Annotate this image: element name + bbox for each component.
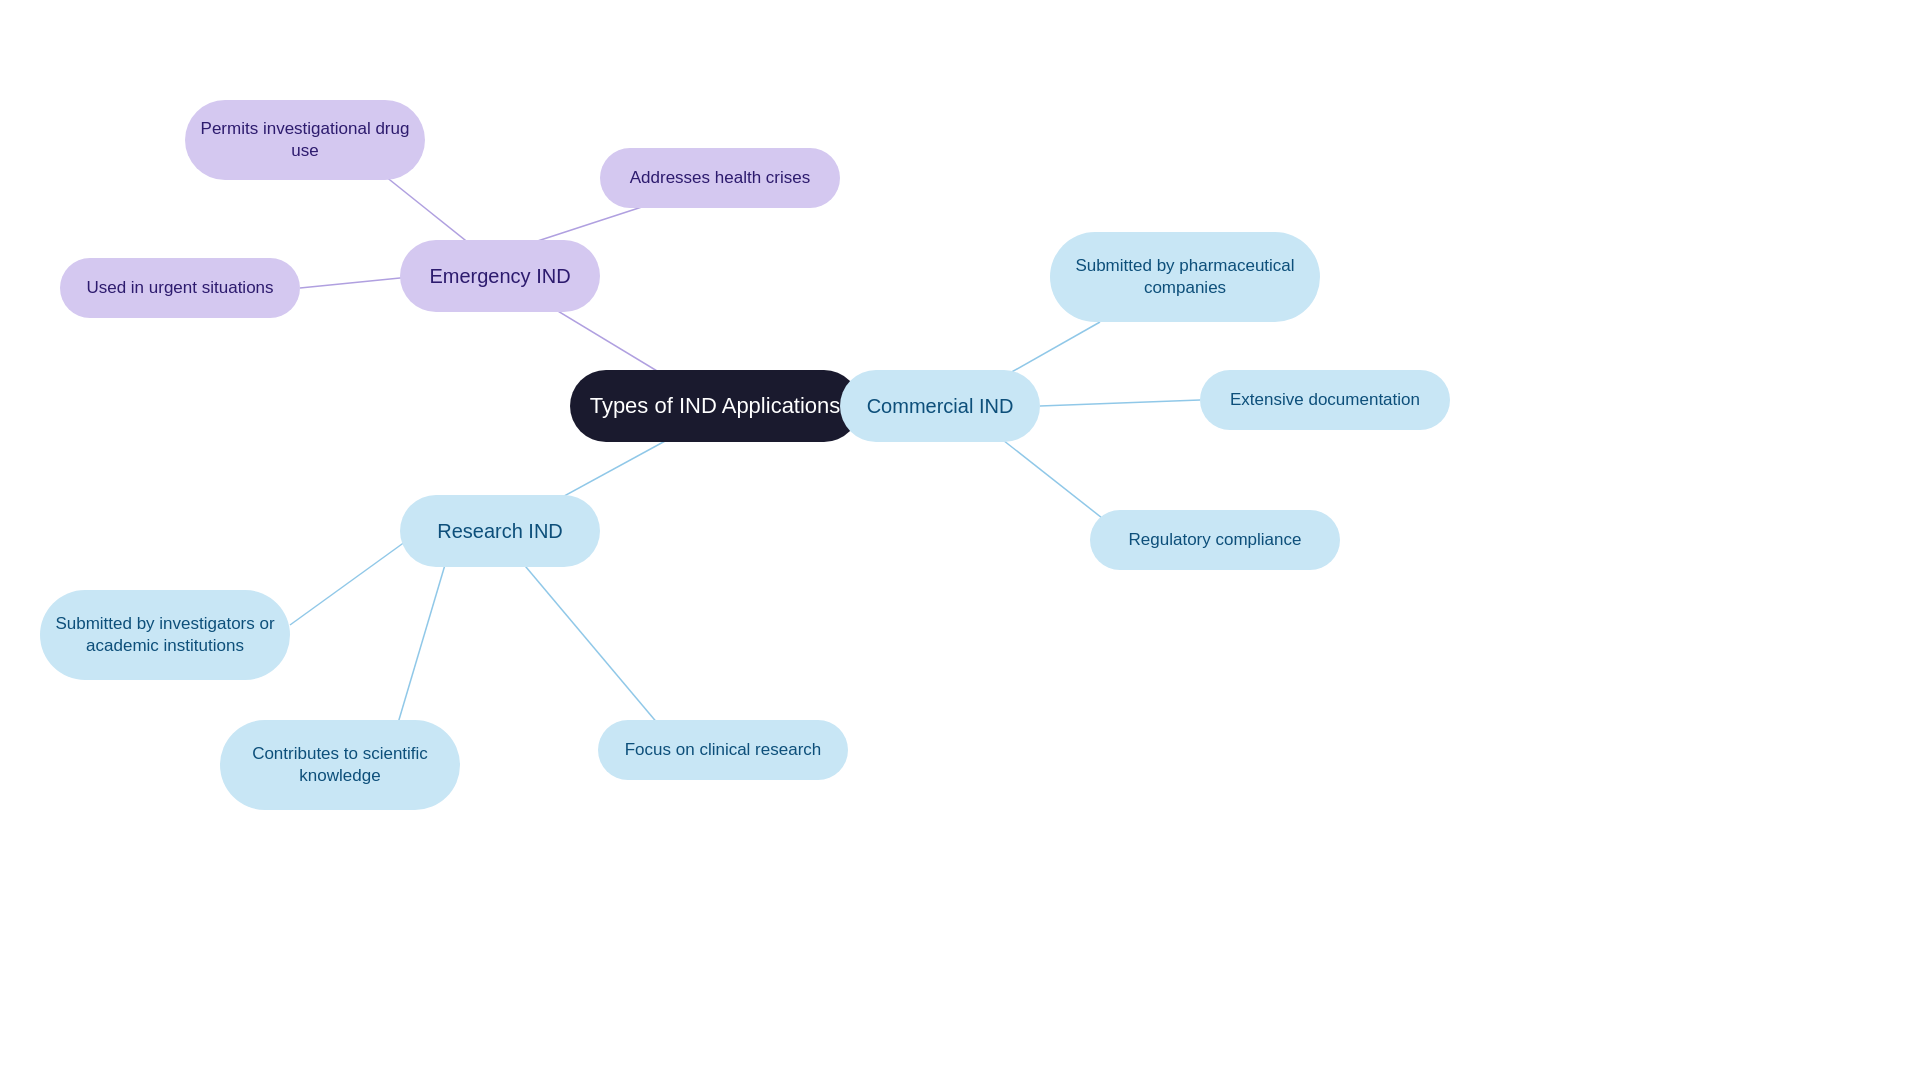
commercial-ind-node: Commercial IND	[840, 370, 1040, 442]
pharma-label: Submitted by pharmaceutical companies	[1050, 255, 1320, 299]
center-label: Types of IND Applications	[590, 392, 841, 421]
emergency-ind-label: Emergency IND	[429, 263, 570, 289]
regulatory-label: Regulatory compliance	[1129, 529, 1302, 551]
pharma-node: Submitted by pharmaceutical companies	[1050, 232, 1320, 322]
addresses-node: Addresses health crises	[600, 148, 840, 208]
commercial-ind-label: Commercial IND	[867, 393, 1014, 419]
research-ind-label: Research IND	[437, 518, 563, 544]
urgent-node: Used in urgent situations	[60, 258, 300, 318]
extensive-node: Extensive documentation	[1200, 370, 1450, 430]
extensive-label: Extensive documentation	[1230, 389, 1420, 411]
regulatory-node: Regulatory compliance	[1090, 510, 1340, 570]
focus-node: Focus on clinical research	[598, 720, 848, 780]
center-node: Types of IND Applications	[570, 370, 860, 442]
investigators-node: Submitted by investigators or academic i…	[40, 590, 290, 680]
emergency-ind-node: Emergency IND	[400, 240, 600, 312]
svg-line-10	[1040, 400, 1200, 406]
investigators-label: Submitted by investigators or academic i…	[40, 613, 290, 657]
contributes-node: Contributes to scientific knowledge	[220, 720, 460, 810]
research-ind-node: Research IND	[400, 495, 600, 567]
urgent-label: Used in urgent situations	[86, 277, 273, 299]
focus-label: Focus on clinical research	[625, 739, 822, 761]
svg-line-5	[290, 531, 420, 625]
contributes-label: Contributes to scientific knowledge	[220, 743, 460, 787]
permits-node: Permits investigational drug use	[185, 100, 425, 180]
permits-label: Permits investigational drug use	[185, 118, 425, 162]
addresses-label: Addresses health crises	[630, 167, 810, 189]
